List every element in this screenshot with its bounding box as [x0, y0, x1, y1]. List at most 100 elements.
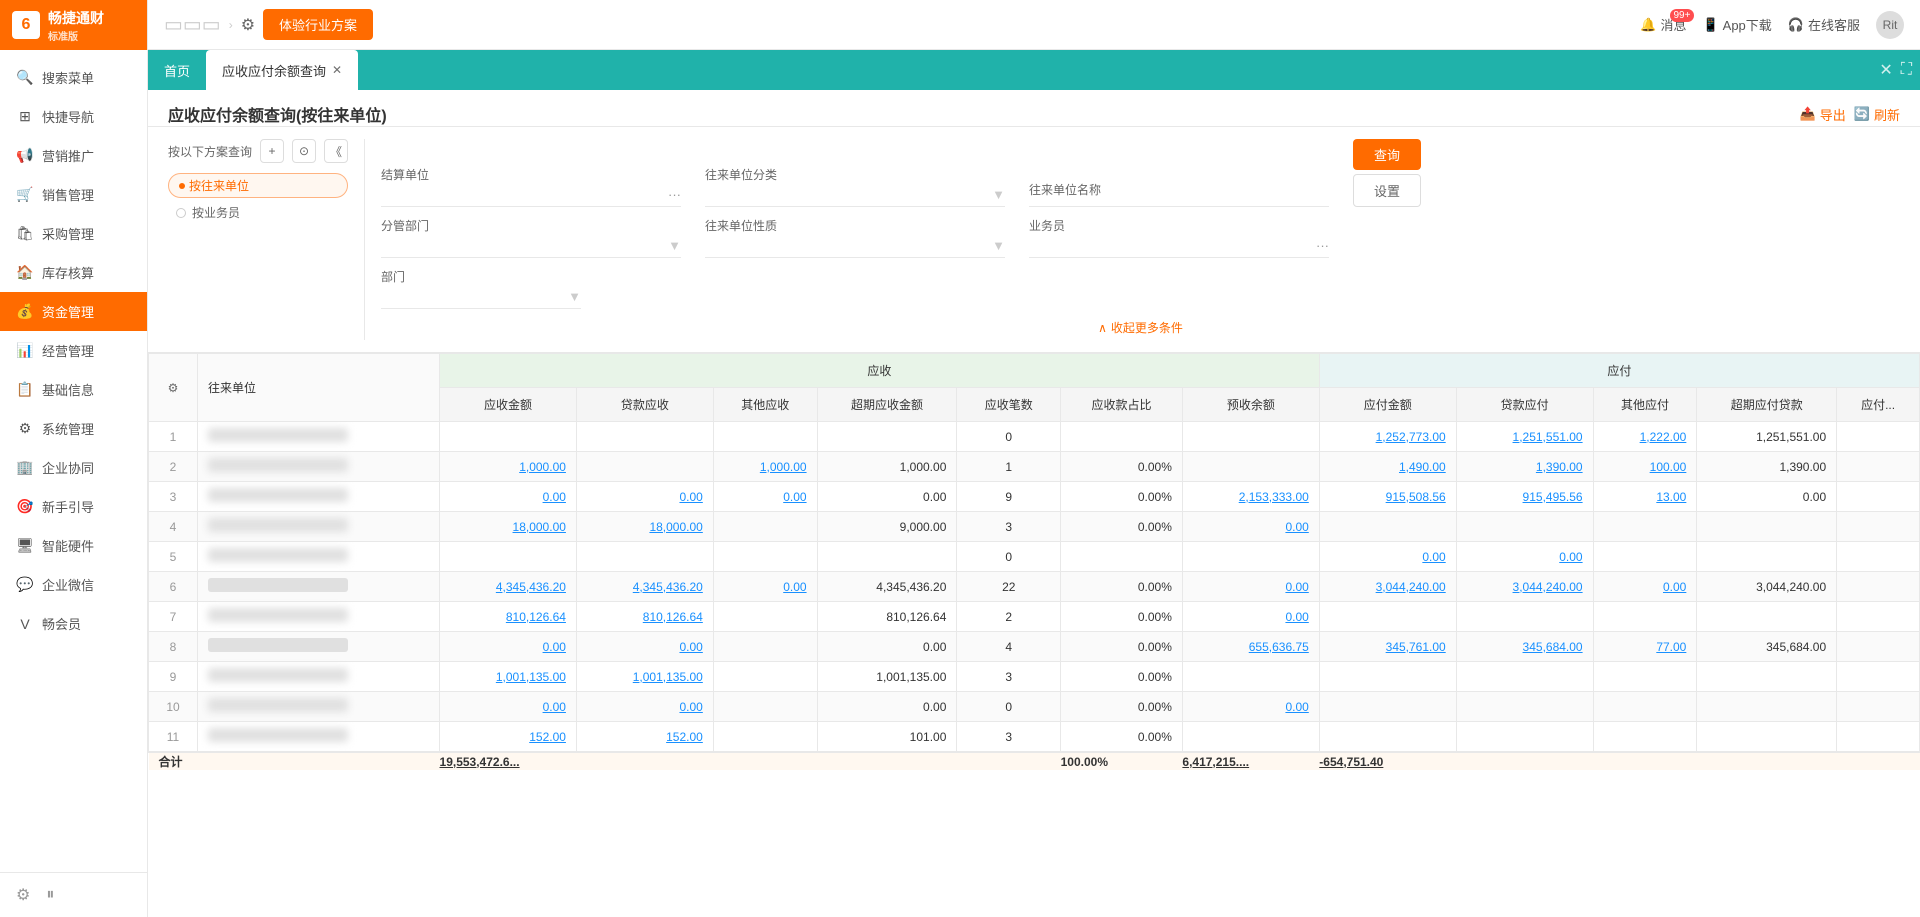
salesperson-input[interactable]: ···: [1029, 234, 1329, 258]
row-ar-prepay[interactable]: 2,153,333.00: [1182, 482, 1319, 512]
sidebar-item-wechat[interactable]: 💬 企业微信: [0, 565, 147, 604]
row-ap-loan[interactable]: [1456, 722, 1593, 753]
row-ar-amount[interactable]: 4,345,436.20: [440, 572, 577, 602]
row-ar-prepay[interactable]: [1182, 722, 1319, 753]
row-ar-prepay[interactable]: [1182, 542, 1319, 572]
more-scheme-btn[interactable]: 《: [324, 139, 348, 163]
export-btn[interactable]: 📤 导出: [1800, 105, 1846, 124]
query-btn[interactable]: 查询: [1353, 139, 1421, 170]
row-ar-loan[interactable]: 152.00: [576, 722, 713, 753]
table-settings-icon[interactable]: ⚙: [159, 374, 187, 402]
scheme-by-salesperson[interactable]: 按业务员: [168, 198, 348, 221]
row-ap-amount[interactable]: 1,252,773.00: [1319, 422, 1456, 452]
partner-category-input[interactable]: ▼: [705, 183, 1005, 207]
refresh-btn[interactable]: 🔄 刷新: [1854, 105, 1900, 124]
row-ar-loan[interactable]: 1,001,135.00: [576, 662, 713, 692]
row-ar-loan[interactable]: [576, 542, 713, 572]
row-ar-prepay[interactable]: 655,636.75: [1182, 632, 1319, 662]
sidebar-item-enterprise[interactable]: 🏢 企业协同: [0, 448, 147, 487]
row-ar-other[interactable]: [713, 662, 817, 692]
tab-expand-icon[interactable]: ⛶: [1901, 61, 1912, 79]
scheme-by-partner[interactable]: 按往来单位: [168, 173, 348, 198]
sidebar-item-hardware[interactable]: 🖥 智能硬件: [0, 526, 147, 565]
dept-supervisor-input[interactable]: ▼: [381, 234, 681, 258]
row-ar-amount[interactable]: [440, 542, 577, 572]
row-ar-loan[interactable]: [576, 422, 713, 452]
row-ar-other[interactable]: 0.00: [713, 482, 817, 512]
sidebar-item-marketing[interactable]: 📢 营销推广: [0, 136, 147, 175]
row-ar-prepay[interactable]: 0.00: [1182, 512, 1319, 542]
partner-name-input[interactable]: [1029, 198, 1329, 207]
row-ar-other[interactable]: 1,000.00: [713, 452, 817, 482]
row-ap-other[interactable]: 1,222.00: [1593, 422, 1697, 452]
row-ar-amount[interactable]: 0.00: [440, 692, 577, 722]
row-ar-amount[interactable]: 18,000.00: [440, 512, 577, 542]
row-ap-loan[interactable]: 915,495.56: [1456, 482, 1593, 512]
row-ar-other[interactable]: [713, 632, 817, 662]
row-ar-amount[interactable]: 0.00: [440, 632, 577, 662]
tab-close-icon[interactable]: ✕: [332, 63, 342, 77]
th-settings[interactable]: ⚙: [149, 354, 198, 422]
row-ap-other[interactable]: [1593, 602, 1697, 632]
row-ap-amount[interactable]: [1319, 692, 1456, 722]
partner-nature-input[interactable]: ▼: [705, 234, 1005, 258]
row-ar-prepay[interactable]: [1182, 452, 1319, 482]
row-ar-loan[interactable]: 4,345,436.20: [576, 572, 713, 602]
row-ap-loan[interactable]: [1456, 602, 1593, 632]
trial-btn[interactable]: 体验行业方案: [263, 9, 373, 40]
row-ap-other[interactable]: [1593, 692, 1697, 722]
header-gear-icon[interactable]: ⚙: [241, 15, 255, 35]
row-ap-loan[interactable]: 0.00: [1456, 542, 1593, 572]
row-ar-other[interactable]: [713, 602, 817, 632]
row-ar-prepay[interactable]: 0.00: [1182, 602, 1319, 632]
row-ar-amount[interactable]: 1,001,135.00: [440, 662, 577, 692]
row-ar-loan[interactable]: 810,126.64: [576, 602, 713, 632]
row-ap-amount[interactable]: [1319, 722, 1456, 753]
sidebar-item-sales[interactable]: 🛒 销售管理: [0, 175, 147, 214]
row-ar-other[interactable]: [713, 512, 817, 542]
row-ap-other[interactable]: [1593, 542, 1697, 572]
settings-footer-icon[interactable]: ⚙: [16, 885, 30, 905]
settlement-unit-input[interactable]: ···: [381, 183, 681, 207]
footer-ap-amount[interactable]: -654,751.40: [1319, 752, 1456, 770]
sidebar-item-search[interactable]: 🔍 搜索菜单: [0, 58, 147, 97]
sidebar-item-basic[interactable]: 📋 基础信息: [0, 370, 147, 409]
row-ar-other[interactable]: 0.00: [713, 572, 817, 602]
row-ar-amount[interactable]: 1,000.00: [440, 452, 577, 482]
row-ap-amount[interactable]: 3,044,240.00: [1319, 572, 1456, 602]
dept-input[interactable]: ▼: [381, 285, 581, 309]
row-ar-other[interactable]: [713, 692, 817, 722]
row-ap-loan[interactable]: 3,044,240.00: [1456, 572, 1593, 602]
add-scheme-btn[interactable]: +: [260, 139, 284, 163]
row-ap-loan[interactable]: [1456, 692, 1593, 722]
row-ap-amount[interactable]: [1319, 662, 1456, 692]
footer-ar-prepay[interactable]: 6,417,215....: [1182, 752, 1319, 770]
row-ar-prepay[interactable]: 0.00: [1182, 572, 1319, 602]
row-ar-prepay[interactable]: [1182, 422, 1319, 452]
user-avatar[interactable]: Rit: [1876, 11, 1904, 39]
row-ap-loan[interactable]: 1,251,551.00: [1456, 422, 1593, 452]
row-ar-loan[interactable]: 0.00: [576, 482, 713, 512]
row-ap-other[interactable]: 0.00: [1593, 572, 1697, 602]
row-ap-loan[interactable]: [1456, 512, 1593, 542]
row-ar-other[interactable]: [713, 542, 817, 572]
row-ap-amount[interactable]: 345,761.00: [1319, 632, 1456, 662]
sidebar-item-guide[interactable]: 🎯 新手引导: [0, 487, 147, 526]
row-ar-other[interactable]: [713, 722, 817, 753]
edit-scheme-btn[interactable]: ⊙: [292, 139, 316, 163]
row-ap-amount[interactable]: 0.00: [1319, 542, 1456, 572]
sidebar-item-quick[interactable]: ⊞ 快捷导航: [0, 97, 147, 136]
row-ar-prepay[interactable]: 0.00: [1182, 692, 1319, 722]
row-ap-loan[interactable]: 1,390.00: [1456, 452, 1593, 482]
sidebar-item-purchase[interactable]: 🛍 采购管理: [0, 214, 147, 253]
online-service-btn[interactable]: 🎧 在线客服: [1788, 15, 1860, 34]
row-ap-other[interactable]: [1593, 512, 1697, 542]
row-ar-loan[interactable]: [576, 452, 713, 482]
row-ar-amount[interactable]: 810,126.64: [440, 602, 577, 632]
row-ap-amount[interactable]: [1319, 602, 1456, 632]
footer-ar-amount[interactable]: 19,553,472.6...: [440, 752, 577, 770]
row-ap-other[interactable]: [1593, 662, 1697, 692]
sidebar-item-finance[interactable]: 💰 资金管理: [0, 292, 147, 331]
tab-home[interactable]: 首页: [148, 50, 206, 90]
row-ar-prepay[interactable]: [1182, 662, 1319, 692]
